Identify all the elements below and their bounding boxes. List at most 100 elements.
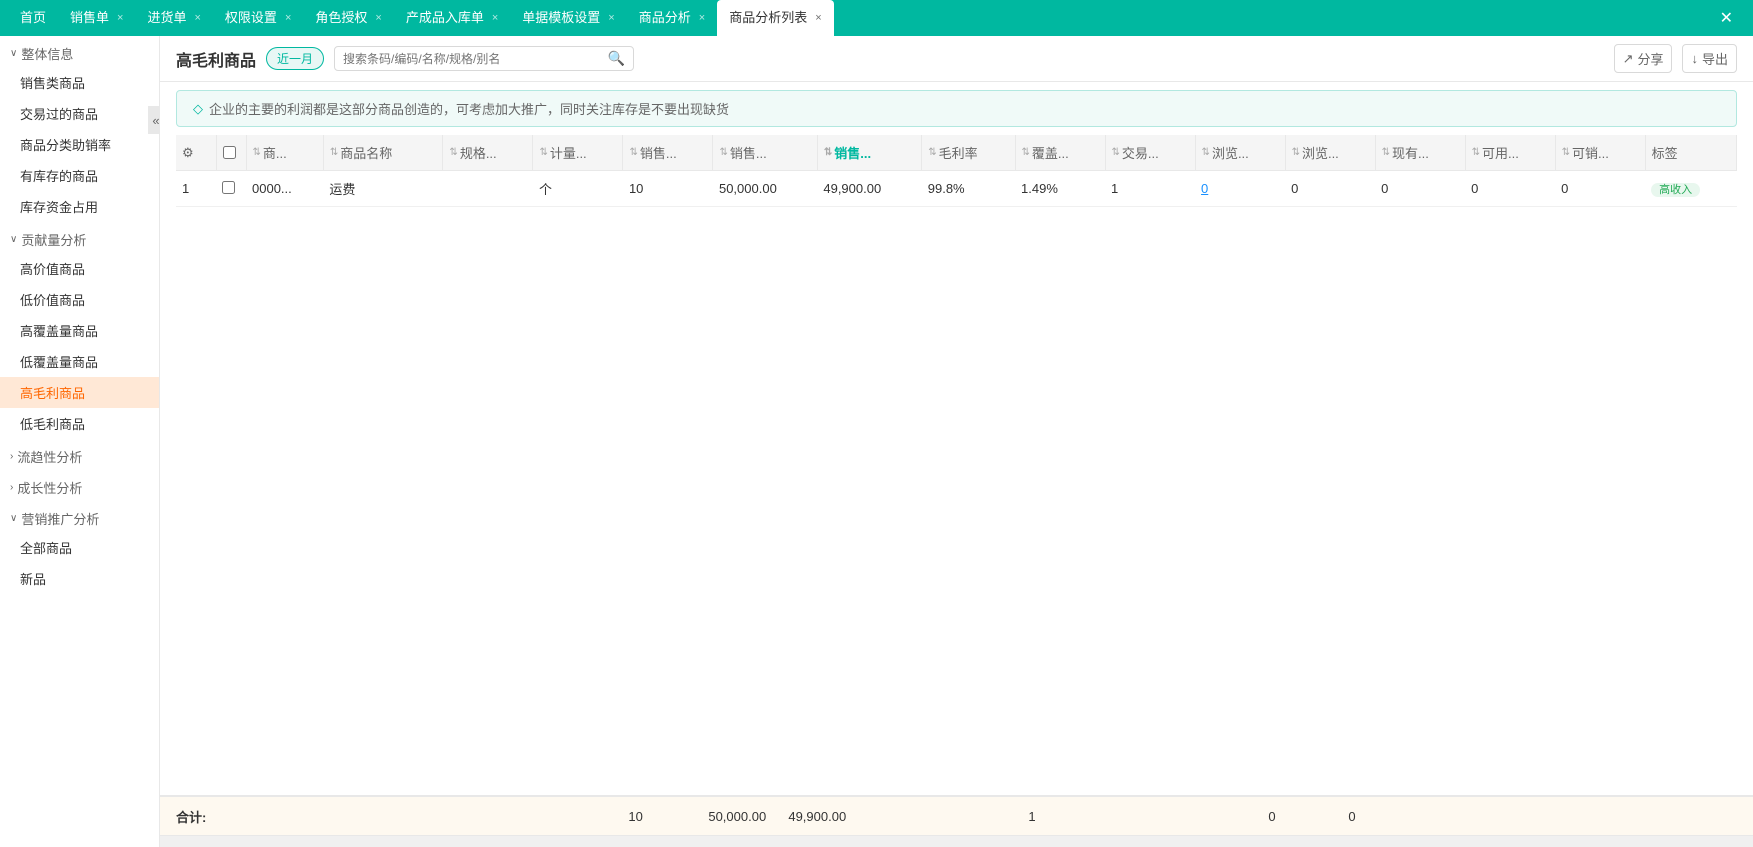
footer-cell-empty2 <box>302 809 382 824</box>
share-icon: ↗ <box>1623 51 1634 67</box>
export-button[interactable]: ↓ 导出 <box>1682 44 1737 73</box>
close-icon[interactable]: × <box>699 0 705 36</box>
search-input[interactable] <box>343 52 608 66</box>
table-container: ⚙ ⇅商... ⇅商品名称 ⇅规格... <box>160 127 1753 795</box>
table-header-row: ⚙ ⇅商... ⇅商品名称 ⇅规格... <box>176 135 1737 171</box>
cell-current-stock: 0 <box>1375 171 1465 207</box>
cell-saleable: 0 <box>1555 171 1645 207</box>
cell-available: 0 <box>1465 171 1555 207</box>
chevron-right-icon: › <box>10 451 13 462</box>
close-icon[interactable]: × <box>375 0 381 36</box>
nav-finished-goods[interactable]: 产成品入库单 × <box>394 0 510 36</box>
cell-no: 1 <box>176 171 216 207</box>
col-gross-margin: ⇅毛利率 <box>922 135 1015 171</box>
sidebar-item-new-goods[interactable]: 新品 <box>0 563 159 594</box>
col-tag: 标签 <box>1645 135 1736 171</box>
sidebar-group-growth[interactable]: › 成长性分析 <box>0 470 159 501</box>
cell-tag: 高收入 <box>1645 171 1736 207</box>
sidebar-collapse-button[interactable]: « <box>148 106 160 134</box>
sort-icon: ⇅ <box>824 147 832 158</box>
sidebar-item-in-stock-goods[interactable]: 有库存的商品 <box>0 160 159 191</box>
footer-empty-coverage <box>942 809 1022 824</box>
sidebar-item-low-margin[interactable]: 低毛利商品 <box>0 408 159 439</box>
sidebar-group-flow[interactable]: › 流趋性分析 <box>0 439 159 470</box>
nav-product-analysis[interactable]: 商品分析 × <box>627 0 717 36</box>
cell-browse1[interactable]: 0 <box>1195 171 1285 207</box>
cell-check[interactable] <box>216 171 246 207</box>
nav-product-analysis-list[interactable]: 商品分析列表 × <box>717 0 833 36</box>
sort-icon: ⇅ <box>1382 147 1390 158</box>
sort-icon: ⇅ <box>719 147 727 158</box>
footer-cell-empty5 <box>542 809 622 824</box>
nav-purchase[interactable]: 进货单 × <box>135 0 212 36</box>
close-icon[interactable]: × <box>492 0 498 36</box>
nav-template[interactable]: 单据模板设置 × <box>510 0 626 36</box>
footer-total-bar: 合计: 10 50,000.00 49,900.00 1 0 0 <box>160 795 1753 835</box>
nav-role[interactable]: 角色授权 × <box>303 0 393 36</box>
share-button[interactable]: ↗ 分享 <box>1614 44 1673 73</box>
sort-icon: ⇅ <box>449 147 457 158</box>
tip-icon: ◇ <box>193 101 203 117</box>
nav-permission[interactable]: 权限设置 × <box>213 0 303 36</box>
sidebar-item-high-coverage[interactable]: 高覆盖量商品 <box>0 315 159 346</box>
footer-empty-browse1 <box>1102 809 1182 824</box>
sort-icon: ⇅ <box>1022 147 1030 158</box>
sidebar-group-contribution[interactable]: ∨ 贡献量分析 <box>0 222 159 253</box>
nav-sales[interactable]: 销售单 × <box>58 0 135 36</box>
col-browse1: ⇅浏览... <box>1195 135 1285 171</box>
close-icon[interactable]: × <box>608 0 614 36</box>
footer-values: 10 50,000.00 49,900.00 1 0 0 <box>222 809 1737 824</box>
col-checkbox[interactable] <box>216 135 246 171</box>
cell-sales-amount: 50,000.00 <box>713 171 817 207</box>
footer-available: 0 <box>1342 809 1422 824</box>
cell-gross-margin: 99.8% <box>922 171 1015 207</box>
sort-icon: ⇅ <box>253 147 261 158</box>
sort-icon: ⇅ <box>539 147 547 158</box>
close-icon[interactable]: × <box>117 0 123 36</box>
sidebar-item-low-coverage[interactable]: 低覆盖量商品 <box>0 346 159 377</box>
chevron-down-icon: ∨ <box>10 48 17 59</box>
footer-sales-profit: 49,900.00 <box>782 809 862 824</box>
close-icon[interactable]: × <box>815 0 821 36</box>
col-browse2: ⇅浏览... <box>1285 135 1375 171</box>
horizontal-scrollbar[interactable] <box>160 835 1753 847</box>
select-all-checkbox[interactable] <box>223 146 236 159</box>
filter-month-button[interactable]: 近一月 <box>266 47 324 70</box>
sidebar-item-traded-goods[interactable]: 交易过的商品 <box>0 98 159 129</box>
search-icon[interactable]: 🔍 <box>608 50 625 67</box>
cell-transaction: 1 <box>1105 171 1195 207</box>
chevron-down-icon: ∨ <box>10 234 17 245</box>
col-name: ⇅商品名称 <box>323 135 443 171</box>
chevron-down-icon: ∨ <box>10 513 17 524</box>
sort-icon: ⇅ <box>330 147 338 158</box>
nav-home[interactable]: 首页 <box>8 0 58 36</box>
sidebar-item-high-margin[interactable]: 高毛利商品 <box>0 377 159 408</box>
sidebar-item-stock-capital[interactable]: 库存资金占用 <box>0 191 159 222</box>
sidebar-item-all-goods[interactable]: 全部商品 <box>0 532 159 563</box>
close-icon[interactable]: × <box>285 0 291 36</box>
search-box: 🔍 <box>334 46 634 71</box>
col-unit: ⇅计量... <box>533 135 623 171</box>
sidebar-item-sales-goods[interactable]: 销售类商品 <box>0 67 159 98</box>
footer-cell-empty1 <box>222 809 302 824</box>
close-icon[interactable]: × <box>194 0 200 36</box>
table-row: 1 0000... 运费 个 10 50,000.00 49,900.00 99… <box>176 171 1737 207</box>
col-saleable: ⇅可销... <box>1555 135 1645 171</box>
footer-current-stock: 0 <box>1262 809 1342 824</box>
sidebar-item-high-value[interactable]: 高价值商品 <box>0 253 159 284</box>
sidebar-group-marketing[interactable]: ∨ 营销推广分析 <box>0 501 159 532</box>
chevron-right-icon: › <box>10 482 13 493</box>
export-icon: ↓ <box>1691 51 1698 66</box>
content-area: 高毛利商品 近一月 🔍 ↗ 分享 ↓ 导出 ◇ 企业的主要的利润都是这部分商品创… <box>160 36 1753 847</box>
sidebar-item-category-rate[interactable]: 商品分类助销率 <box>0 129 159 160</box>
sort-icon: ⇅ <box>1292 147 1300 158</box>
col-settings[interactable]: ⚙ <box>176 135 216 171</box>
sidebar-group-overall[interactable]: ∨ 整体信息 <box>0 36 159 67</box>
row-checkbox[interactable] <box>222 181 235 194</box>
window-close-button[interactable]: ✕ <box>1708 8 1745 28</box>
col-transaction: ⇅交易... <box>1105 135 1195 171</box>
cell-spec <box>443 171 533 207</box>
footer-cell-empty4 <box>462 809 542 824</box>
sidebar-item-low-value[interactable]: 低价值商品 <box>0 284 159 315</box>
cell-sales-profit: 49,900.00 <box>817 171 921 207</box>
